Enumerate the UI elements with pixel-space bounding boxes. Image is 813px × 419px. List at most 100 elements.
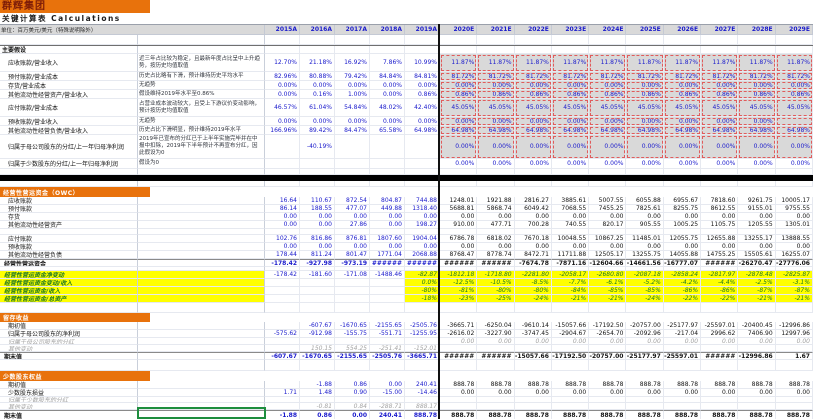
spreadsheet-cell[interactable]: 888.78 [775,381,813,389]
spreadsheet-cell[interactable]: 0.00 [300,213,335,221]
spreadsheet-cell[interactable]: 2068.88 [405,251,440,259]
spreadsheet-cell[interactable]: 477.71 [477,221,515,229]
spreadsheet-cell[interactable] [335,279,370,287]
row-note-cell[interactable]: 无趋势 [138,81,265,90]
spreadsheet-cell[interactable] [440,360,478,371]
spreadsheet-cell[interactable] [300,303,335,313]
row-note-cell[interactable] [138,360,265,371]
spreadsheet-cell[interactable]: 0.00% [663,117,702,126]
spreadsheet-cell[interactable]: 910.00 [440,221,478,229]
spreadsheet-cell[interactable]: 0.00 [775,243,813,251]
spreadsheet-cell[interactable]: 888.78 [514,381,552,389]
spreadsheet-cell[interactable]: 16255.07 [775,251,813,259]
row-note-cell[interactable] [138,197,265,205]
spreadsheet-cell[interactable] [265,295,300,303]
spreadsheet-cell[interactable]: 81.72% [514,72,552,81]
spreadsheet-cell[interactable]: 0.00% [775,159,813,169]
spreadsheet-cell[interactable] [738,35,776,45]
spreadsheet-cell[interactable] [265,403,300,410]
spreadsheet-cell[interactable] [589,181,627,187]
spreadsheet-cell[interactable]: 905.55 [626,221,664,229]
spreadsheet-cell[interactable]: 888.78 [589,410,627,419]
spreadsheet-cell[interactable]: -10.5% [477,279,515,287]
spreadsheet-cell[interactable] [738,169,776,175]
spreadsheet-cell[interactable]: -973.19 [335,259,370,267]
spreadsheet-cell[interactable]: -12.5% [440,279,478,287]
spreadsheet-cell[interactable] [370,46,405,54]
spreadsheet-cell[interactable] [775,117,813,126]
spreadsheet-cell[interactable]: 0.00% [738,135,776,159]
year-header-cell[interactable]: 2016A [300,25,335,35]
spreadsheet-cell[interactable]: 0.00% [440,135,478,159]
spreadsheet-cell[interactable]: -20757.00 [589,352,627,360]
spreadsheet-cell[interactable]: 888.78 [775,410,813,419]
spreadsheet-cell[interactable]: -20757.00 [626,322,664,330]
spreadsheet-cell[interactable]: -12604.66 [589,259,627,267]
spreadsheet-cell[interactable]: 150.15 [300,345,335,352]
section-header[interactable]: 少数股东权益 [0,371,150,381]
spreadsheet-cell[interactable] [514,181,552,187]
spreadsheet-cell[interactable]: 64.98% [775,126,813,135]
row-note-cell[interactable] [138,330,265,338]
spreadsheet-cell[interactable] [370,360,405,371]
spreadsheet-cell[interactable]: 0.00% [335,81,370,90]
spreadsheet-cell[interactable] [738,360,776,371]
spreadsheet-cell[interactable]: 12055.75 [663,235,702,243]
spreadsheet-cell[interactable]: 0.00 [738,338,776,345]
row-note-cell[interactable] [138,35,265,45]
spreadsheet-cell[interactable]: 888.78 [440,410,478,419]
spreadsheet-cell[interactable]: -3.1% [775,279,813,287]
spreadsheet-cell[interactable]: -6.1% [589,279,627,287]
row-label-cell[interactable]: 应付账款 [0,235,138,243]
spreadsheet-cell[interactable]: -217.04 [663,330,702,338]
spreadsheet-cell[interactable] [589,345,627,352]
spreadsheet-cell[interactable]: 166.96% [265,126,300,135]
row-label-cell[interactable]: 经营性营运资金净变动 [0,271,138,279]
spreadsheet-cell[interactable]: 84.84% [370,72,405,81]
spreadsheet-cell[interactable]: -27776.06 [775,259,813,267]
spreadsheet-cell[interactable]: 0.00 [589,213,627,221]
spreadsheet-cell[interactable]: 5868.74 [477,205,515,213]
spreadsheet-cell[interactable]: -6250.04 [477,322,515,330]
spreadsheet-cell[interactable]: 81.72% [440,72,478,81]
spreadsheet-cell[interactable]: -3747.45 [514,330,552,338]
spreadsheet-cell[interactable]: 45.05% [440,99,478,117]
row-note-cell[interactable]: 2019年已宣布的分红已于上半年实施完毕并在中报中扣除，2019年下半年预计不再… [138,135,265,159]
spreadsheet-cell[interactable]: -2281.80 [514,271,552,279]
year-header-cell[interactable]: 2017A [335,25,370,35]
spreadsheet-cell[interactable]: 0.00 [701,213,739,221]
spreadsheet-cell[interactable]: ###### [701,352,739,360]
spreadsheet-cell[interactable]: 240.41 [405,381,440,389]
spreadsheet-cell[interactable]: 11485.01 [626,235,664,243]
spreadsheet-cell[interactable]: 740.55 [551,221,590,229]
spreadsheet-cell[interactable] [265,135,300,159]
spreadsheet-cell[interactable]: 0.00 [370,381,405,389]
spreadsheet-cell[interactable]: -24% [626,295,664,303]
spreadsheet-cell[interactable]: 0.00 [514,389,552,397]
spreadsheet-cell[interactable]: -2680.80 [589,271,627,279]
spreadsheet-cell[interactable]: 64.98% [477,126,515,135]
row-note-cell[interactable] [138,389,265,397]
spreadsheet-cell[interactable]: 0.00 [551,338,590,345]
spreadsheet-cell[interactable]: 0.00 [738,243,776,251]
spreadsheet-cell[interactable]: 0.00 [477,243,515,251]
spreadsheet-cell[interactable]: -152.01 [405,345,440,352]
spreadsheet-cell[interactable]: 888.78 [440,381,478,389]
spreadsheet-cell[interactable] [738,345,776,352]
row-note-cell[interactable]: 占营业成本波动较大，且受上下游议价变动影响，预计按历史均值取值 [138,99,265,117]
spreadsheet-cell[interactable] [335,159,370,169]
spreadsheet-cell[interactable]: 45.05% [775,99,813,117]
spreadsheet-cell[interactable]: 0.86% [663,90,702,99]
spreadsheet-cell[interactable] [477,345,515,352]
spreadsheet-cell[interactable] [370,169,405,175]
row-note-cell[interactable] [138,46,265,54]
spreadsheet-cell[interactable]: 0.00% [701,159,739,169]
row-label-cell[interactable]: 归属于母公司股东的分红 [0,338,138,345]
row-note-cell[interactable] [138,352,265,360]
row-note-cell[interactable] [138,381,265,389]
spreadsheet-cell[interactable]: -1718.80 [477,271,515,279]
spreadsheet-cell[interactable]: 0.00 [551,243,590,251]
spreadsheet-cell[interactable]: 0.00 [663,243,702,251]
spreadsheet-cell[interactable]: -21% [775,295,813,303]
spreadsheet-cell[interactable]: 6786.78 [440,235,478,243]
